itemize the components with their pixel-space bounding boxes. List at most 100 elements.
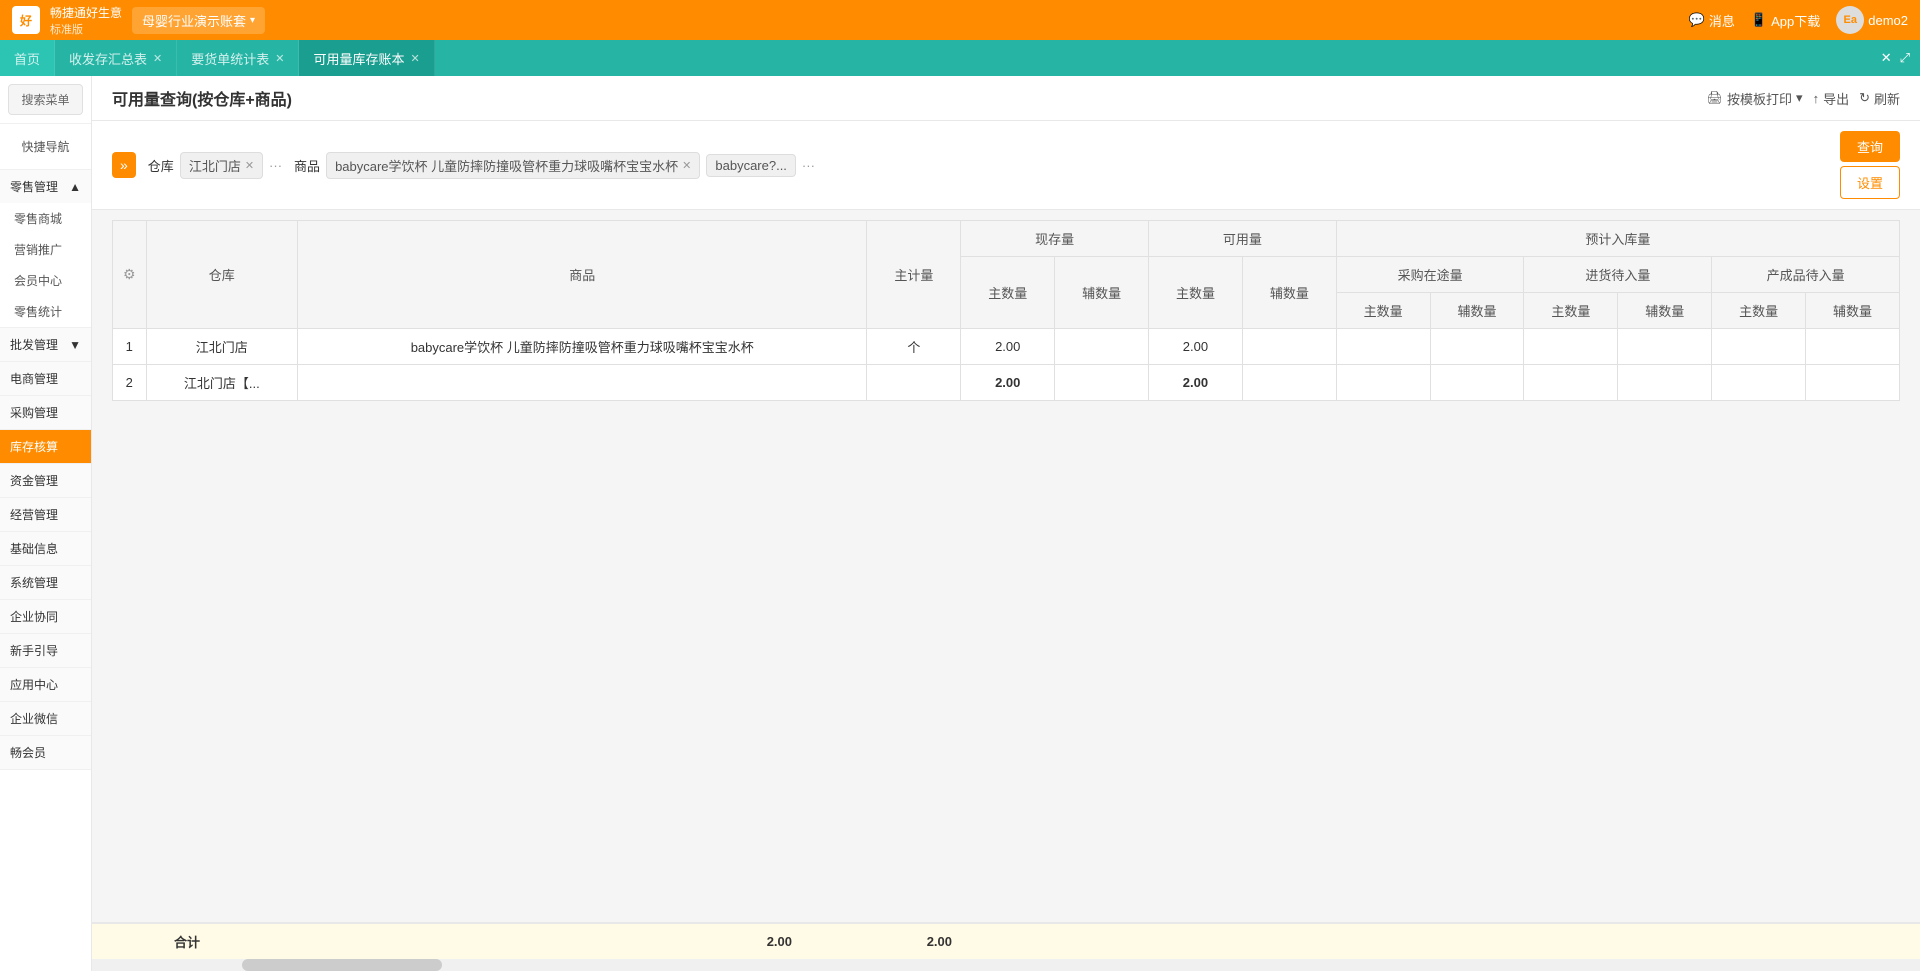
th-available-aux: 辅数量 — [1242, 257, 1336, 329]
close-icon[interactable]: ✕ — [1881, 50, 1892, 66]
sidebar-section-basic: 基础信息 — [0, 532, 91, 566]
sidebar: 搜索菜单 快捷导航 零售管理 ▲ 零售商城 营销推广 会员中心 零售统计 批发管… — [0, 76, 92, 971]
window-controls: ✕ ⤢ — [1871, 40, 1920, 76]
table-footer: 合计 2.00 2.00 — [92, 922, 1920, 959]
footer-available-main: 2.00 — [872, 934, 952, 949]
sidebar-section-wholesale: 批发管理 ▼ — [0, 328, 91, 362]
sidebar-basic-header[interactable]: 基础信息 — [0, 532, 91, 565]
th-current-stock-group: 现存量 — [961, 221, 1149, 257]
th-purchase-aux: 辅数量 — [1430, 293, 1524, 329]
maximize-icon[interactable]: ⤢ — [1900, 50, 1910, 66]
horizontal-scrollbar[interactable] — [92, 959, 1920, 971]
sidebar-section-finance: 资金管理 — [0, 464, 91, 498]
tab-receive-summary-close[interactable]: ✕ — [153, 52, 162, 65]
sidebar-section-enterprise-wechat: 企业微信 — [0, 702, 91, 736]
tab-available-inventory-close[interactable]: ✕ — [411, 52, 420, 65]
tab-order-stats-close[interactable]: ✕ — [275, 52, 284, 65]
sidebar-item-retail-marketing[interactable]: 营销推广 — [0, 234, 91, 265]
sidebar-vip-header[interactable]: 畅会员 — [0, 736, 91, 769]
gear-icon[interactable]: ⚙ — [123, 266, 136, 282]
filter-actions: 查询 设置 — [1840, 131, 1900, 199]
sidebar-item-retail-stats[interactable]: 零售统计 — [0, 296, 91, 327]
page-title: 可用量查询(按仓库+商品) — [112, 86, 292, 110]
template-print-btn[interactable]: 🖨 按模板打印 ▾ — [1707, 89, 1803, 108]
th-finished-main: 主数量 — [1712, 293, 1806, 329]
message-icon: 💬 — [1689, 12, 1705, 28]
settings-btn[interactable]: 设置 — [1840, 166, 1900, 199]
chevron-up-icon: ▲ — [69, 180, 81, 194]
sidebar-wholesale-header[interactable]: 批发管理 ▼ — [0, 328, 91, 361]
export-icon: ↑ — [1813, 91, 1820, 106]
export-btn[interactable]: ↑ 导出 — [1813, 89, 1850, 108]
sidebar-enterprise-wechat-header[interactable]: 企业微信 — [0, 702, 91, 735]
chevron-down-icon: ▼ — [69, 338, 81, 352]
query-btn[interactable]: 查询 — [1840, 131, 1900, 162]
warehouse-ellipsis: ··· — [269, 158, 282, 173]
footer-total-label: 合计 — [112, 932, 262, 951]
sidebar-item-member-center[interactable]: 会员中心 — [0, 265, 91, 296]
scroll-thumb[interactable] — [242, 959, 442, 971]
th-warehouse: 仓库 — [146, 221, 297, 329]
sidebar-search-area: 搜索菜单 — [0, 76, 91, 124]
top-bar-right: 💬 消息 📱 App下载 Ea demo2 — [1689, 6, 1908, 34]
sidebar-inventory-header[interactable]: 库存核算 — [0, 430, 91, 463]
product-tag1-close[interactable]: ✕ — [682, 159, 691, 172]
sidebar-enterprise-header[interactable]: 企业协同 — [0, 600, 91, 633]
app-logo-icon: 好 — [12, 6, 40, 34]
th-goods-pending-group: 进货待入量 — [1524, 257, 1712, 293]
th-current-aux: 辅数量 — [1055, 257, 1149, 329]
sidebar-section-ecommerce: 电商管理 — [0, 362, 91, 396]
sidebar-item-retail-mall[interactable]: 零售商城 — [0, 203, 91, 234]
product-ellipsis: ··· — [802, 158, 815, 173]
th-unit: 主计量 — [867, 221, 961, 329]
top-bar: 好 畅捷通好生意 标准版 母婴行业演示账套 ▾ 💬 消息 📱 App下载 Ea … — [0, 0, 1920, 40]
th-settings: ⚙ — [113, 221, 147, 329]
filter-warehouse: 仓库 江北门店 ✕ ··· — [148, 152, 282, 179]
account-dropdown[interactable]: 母婴行业演示账套 ▾ — [132, 7, 265, 34]
printer-icon: 🖨 — [1707, 90, 1724, 106]
th-goods-main: 主数量 — [1524, 293, 1618, 329]
message-btn[interactable]: 💬 消息 — [1689, 11, 1735, 30]
main-layout: 搜索菜单 快捷导航 零售管理 ▲ 零售商城 营销推广 会员中心 零售统计 批发管… — [0, 76, 1920, 971]
th-purchase-main: 主数量 — [1336, 293, 1430, 329]
tab-order-stats[interactable]: 要货单统计表 ✕ — [177, 40, 299, 76]
avatar: Ea — [1836, 6, 1864, 34]
app-title: 畅捷通好生意 — [50, 4, 122, 21]
tab-home[interactable]: 首页 — [0, 40, 55, 76]
th-finished-aux: 辅数量 — [1806, 293, 1900, 329]
warehouse-tag[interactable]: 江北门店 ✕ — [180, 152, 263, 179]
th-available-main: 主数量 — [1149, 257, 1243, 329]
sidebar-purchase-header[interactable]: 采购管理 — [0, 396, 91, 429]
product-tag1[interactable]: babycare学饮杯 儿童防摔防撞吸管杯重力球吸嘴杯宝宝水杯 ✕ — [326, 152, 700, 179]
sidebar-newbie-header[interactable]: 新手引导 — [0, 634, 91, 667]
search-menu-btn[interactable]: 搜索菜单 — [8, 84, 83, 115]
tab-available-inventory[interactable]: 可用量库存账本 ✕ — [299, 40, 434, 76]
tab-receive-summary[interactable]: 收发存汇总表 ✕ — [55, 40, 177, 76]
page-header: 可用量查询(按仓库+商品) 🖨 按模板打印 ▾ ↑ 导出 ↻ 刷新 — [92, 76, 1920, 121]
warehouse-tag-close[interactable]: ✕ — [245, 159, 254, 172]
product-tag2[interactable]: babycare?... — [706, 154, 796, 177]
sidebar-app-center-header[interactable]: 应用中心 — [0, 668, 91, 701]
sidebar-operation-header[interactable]: 经营管理 — [0, 498, 91, 531]
sidebar-finance-header[interactable]: 资金管理 — [0, 464, 91, 497]
table-row: 1 江北门店 babycare学饮杯 儿童防摔防撞吸管杯重力球吸嘴杯宝宝水杯 个… — [113, 329, 1900, 365]
user-menu[interactable]: Ea demo2 — [1836, 6, 1908, 34]
sidebar-section-vip: 畅会员 — [0, 736, 91, 770]
sidebar-item-shortcut[interactable]: 快捷导航 — [0, 130, 91, 163]
tab-bar: 首页 收发存汇总表 ✕ 要货单统计表 ✕ 可用量库存账本 ✕ ✕ ⤢ — [0, 40, 1920, 76]
sidebar-system-header[interactable]: 系统管理 — [0, 566, 91, 599]
th-finished-pending-group: 产成品待入量 — [1712, 257, 1900, 293]
sidebar-retail-header[interactable]: 零售管理 ▲ — [0, 170, 91, 203]
content-area: 可用量查询(按仓库+商品) 🖨 按模板打印 ▾ ↑ 导出 ↻ 刷新 » — [92, 76, 1920, 971]
inventory-table: ⚙ 仓库 商品 主计量 现存量 可用量 预计入库量 主数量 辅数量 主数量 辅数… — [112, 220, 1900, 401]
filter-toggle-btn[interactable]: » — [112, 152, 136, 178]
refresh-btn[interactable]: ↻ 刷新 — [1859, 89, 1900, 108]
sidebar-section-enterprise: 企业协同 — [0, 600, 91, 634]
sidebar-ecommerce-header[interactable]: 电商管理 — [0, 362, 91, 395]
top-bar-left: 好 畅捷通好生意 标准版 母婴行业演示账套 ▾ — [12, 4, 265, 37]
th-current-main: 主数量 — [961, 257, 1055, 329]
th-product: 商品 — [298, 221, 867, 329]
chevron-down-icon: ▾ — [1796, 90, 1803, 106]
app-icon: 📱 — [1751, 12, 1767, 28]
app-download-btn[interactable]: 📱 App下载 — [1751, 11, 1820, 30]
